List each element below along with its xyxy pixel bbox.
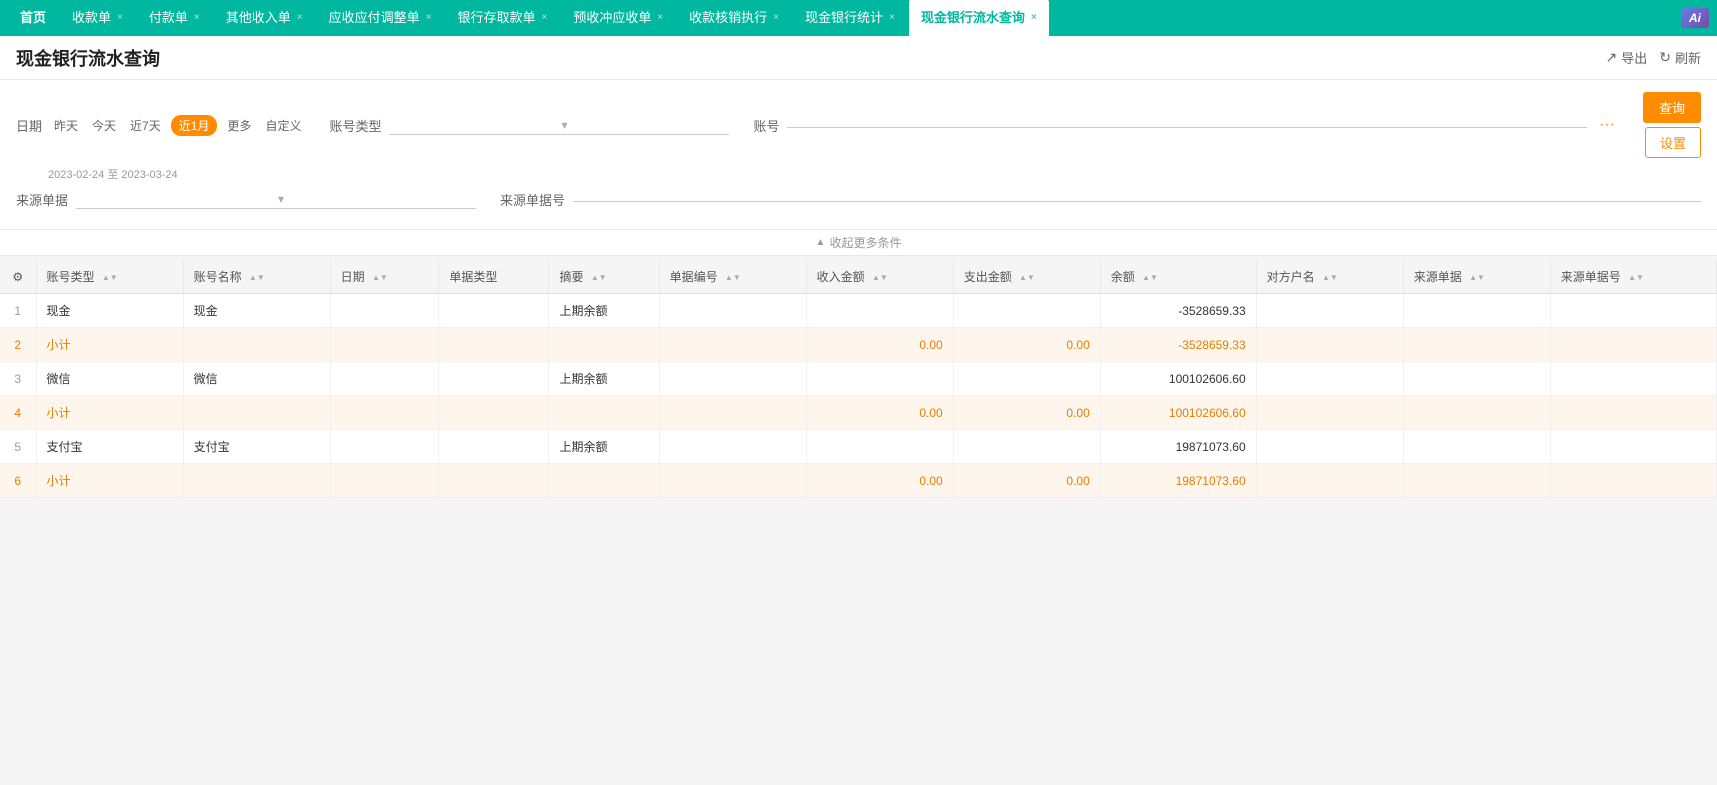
filter-row-1: 日期 昨天 今天 近7天 近1月 更多 自定义 账号类型 ▾ 账号 ··· <box>16 92 1701 158</box>
sort-icon: ▲▼ <box>1628 274 1644 282</box>
date-7days[interactable]: 近7天 <box>126 115 165 136</box>
column-doc-no[interactable]: 单据编号 ▲▼ <box>659 260 806 294</box>
column-income[interactable]: 收入金额 ▲▼ <box>806 260 953 294</box>
chevron-down-icon: ▾ <box>561 118 725 132</box>
source-doc-no-input[interactable] <box>573 197 1701 202</box>
table-header-row: ⚙ 账号类型 ▲▼ 账号名称 ▲▼ 日期 ▲▼ 单据类型 摘要 <box>0 260 1717 294</box>
nav-tab-4[interactable]: 银行存取款单 × <box>445 0 559 36</box>
date-shortcuts: 昨天 今天 近7天 近1月 更多 自定义 <box>50 115 305 136</box>
table-row[interactable]: 4小计0.000.00100102606.60 <box>0 396 1717 430</box>
account-more-button[interactable]: ··· <box>1595 116 1619 134</box>
source-doc-select[interactable]: ▾ <box>76 190 476 209</box>
nav-tab-8[interactable]: 现金银行流水查询 × <box>909 0 1049 36</box>
nav-home[interactable]: 首页 <box>8 0 58 36</box>
column-account-name[interactable]: 账号名称 ▲▼ <box>183 260 330 294</box>
table-row[interactable]: 1现金现金上期余额-3528659.33 <box>0 294 1717 328</box>
column-source-doc-no[interactable]: 来源单据号 ▲▼ <box>1550 260 1716 294</box>
account-type-select[interactable]: ▾ <box>389 116 729 135</box>
page-title: 现金银行流水查询 <box>16 45 160 71</box>
close-icon[interactable]: × <box>426 0 432 36</box>
column-source-doc[interactable]: 来源单据 ▲▼ <box>1403 260 1550 294</box>
close-icon[interactable]: × <box>117 0 123 36</box>
header-actions: ↗ 导出 ↻ 刷新 <box>1606 48 1702 67</box>
account-input[interactable] <box>787 123 1587 128</box>
column-date[interactable]: 日期 ▲▼ <box>330 260 439 294</box>
date-custom[interactable]: 自定义 <box>261 115 305 136</box>
sort-icon: ▲▼ <box>372 274 388 282</box>
source-doc-no-label: 来源单据号 <box>500 190 565 209</box>
close-icon[interactable]: × <box>297 0 303 36</box>
sort-icon: ▲▼ <box>591 274 607 282</box>
table-row[interactable]: 3微信微信上期余额100102606.60 <box>0 362 1717 396</box>
table-row[interactable]: 6小计0.000.0019871073.60 <box>0 464 1717 498</box>
sort-icon: ▲▼ <box>249 274 265 282</box>
account-type-filter-group: 账号类型 ▾ <box>329 116 729 135</box>
sort-icon: ▲▼ <box>1019 274 1035 282</box>
table-row[interactable]: 2小计0.000.00-3528659.33 <box>0 328 1717 362</box>
column-gear[interactable]: ⚙ <box>0 260 36 294</box>
filter-area: 日期 昨天 今天 近7天 近1月 更多 自定义 账号类型 ▾ 账号 ··· <box>0 80 1717 230</box>
export-button[interactable]: ↗ 导出 <box>1606 48 1648 67</box>
close-icon[interactable]: × <box>541 0 547 36</box>
close-icon[interactable]: × <box>657 0 663 36</box>
column-expense[interactable]: 支出金额 ▲▼ <box>953 260 1100 294</box>
nav-tab-1[interactable]: 付款单 × <box>137 0 212 36</box>
page-header: 现金银行流水查询 ↗ 导出 ↻ 刷新 <box>0 36 1717 80</box>
chevron-down-icon: ▾ <box>278 192 472 206</box>
account-filter-group: 账号 ··· <box>753 116 1619 135</box>
sort-icon: ▲▼ <box>102 274 118 282</box>
refresh-button[interactable]: ↻ 刷新 <box>1659 48 1701 67</box>
column-account-type[interactable]: 账号类型 ▲▼ <box>36 260 183 294</box>
close-icon[interactable]: × <box>194 0 200 36</box>
date-today[interactable]: 今天 <box>88 115 120 136</box>
date-1month[interactable]: 近1月 <box>171 115 218 136</box>
collapse-bar[interactable]: ▲ 收起更多条件 <box>0 230 1717 256</box>
source-doc-label: 来源单据 <box>16 190 68 209</box>
account-type-label: 账号类型 <box>329 116 381 135</box>
data-table: ⚙ 账号类型 ▲▼ 账号名称 ▲▼ 日期 ▲▼ 单据类型 摘要 <box>0 260 1717 498</box>
date-filter-group: 日期 昨天 今天 近7天 近1月 更多 自定义 <box>16 115 305 136</box>
nav-tab-2[interactable]: 其他收入单 × <box>214 0 315 36</box>
sort-icon: ▲▼ <box>1322 274 1338 282</box>
account-label: 账号 <box>753 116 779 135</box>
close-icon[interactable]: × <box>773 0 779 36</box>
date-range-display: 2023-02-24 至 2023-03-24 <box>48 166 1701 182</box>
top-navigation: 首页 收款单 × 付款单 × 其他收入单 × 应收应付调整单 × 银行存取款单 … <box>0 0 1717 36</box>
close-icon[interactable]: × <box>1031 0 1037 36</box>
setting-button[interactable]: 设置 <box>1645 127 1701 158</box>
query-button[interactable]: 查询 <box>1643 92 1701 123</box>
collapse-label: 收起更多条件 <box>829 234 901 251</box>
source-doc-filter-group: 来源单据 ▾ <box>16 190 476 209</box>
nav-tab-7[interactable]: 现金银行统计 × <box>793 0 907 36</box>
ai-badge[interactable]: Ai <box>1681 8 1709 28</box>
date-yesterday[interactable]: 昨天 <box>50 115 82 136</box>
nav-tab-3[interactable]: 应收应付调整单 × <box>317 0 444 36</box>
nav-tab-6[interactable]: 收款核销执行 × <box>677 0 791 36</box>
refresh-icon: ↻ <box>1659 49 1671 66</box>
column-summary[interactable]: 摘要 ▲▼ <box>549 260 659 294</box>
nav-tab-5[interactable]: 预收冲应收单 × <box>561 0 675 36</box>
sort-icon: ▲▼ <box>872 274 888 282</box>
source-doc-no-filter-group: 来源单据号 <box>500 190 1701 209</box>
date-label: 日期 <box>16 116 42 135</box>
filter-row-2: 来源单据 ▾ 来源单据号 <box>16 190 1701 209</box>
date-more[interactable]: 更多 <box>223 115 255 136</box>
sort-icon: ▲▼ <box>725 274 741 282</box>
collapse-icon: ▲ <box>816 237 826 248</box>
close-icon[interactable]: × <box>889 0 895 36</box>
sort-icon: ▲▼ <box>1142 274 1158 282</box>
data-table-container: ⚙ 账号类型 ▲▼ 账号名称 ▲▼ 日期 ▲▼ 单据类型 摘要 <box>0 260 1717 498</box>
export-icon: ↗ <box>1606 49 1618 66</box>
sort-icon: ▲▼ <box>1469 274 1485 282</box>
column-doc-type[interactable]: 单据类型 <box>439 260 549 294</box>
nav-tab-0[interactable]: 收款单 × <box>60 0 135 36</box>
table-row[interactable]: 5支付宝支付宝上期余额19871073.60 <box>0 430 1717 464</box>
column-counterpart[interactable]: 对方户名 ▲▼ <box>1256 260 1403 294</box>
column-balance[interactable]: 余额 ▲▼ <box>1100 260 1256 294</box>
